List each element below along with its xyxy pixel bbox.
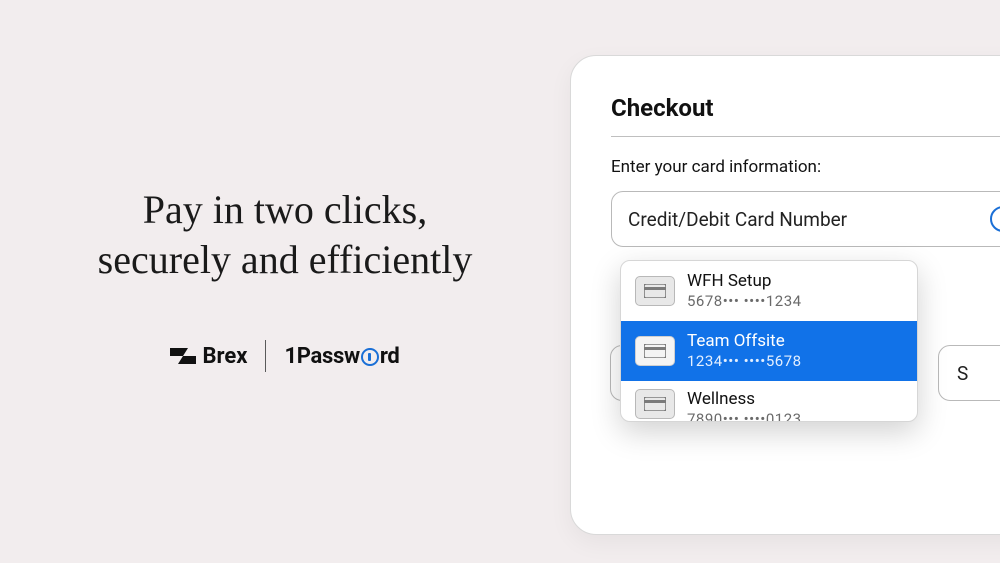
onepassword-prefix: 1Passw — [284, 344, 359, 369]
autofill-option-number: 1234••• ••••5678 — [687, 352, 802, 371]
secondary-input-right[interactable]: S — [938, 345, 1000, 401]
headline-line-1: Pay in two clicks, — [143, 187, 427, 232]
checkout-title: Checkout — [611, 94, 1000, 137]
autofill-option-number: 5678••• ••••1234 — [687, 292, 802, 311]
brex-mark-icon — [170, 346, 196, 366]
logo-divider — [265, 340, 266, 372]
brex-text: Brex — [202, 344, 247, 369]
brex-logo: Brex — [170, 344, 247, 369]
autofill-option[interactable]: WFH Setup 5678••• ••••1234 — [621, 261, 917, 321]
marketing-panel: Pay in two clicks, securely and efficien… — [35, 185, 535, 372]
autofill-option-name: Team Offsite — [687, 331, 802, 352]
secondary-input-right-text: S — [957, 362, 968, 385]
autofill-option[interactable]: Team Offsite 1234••• ••••5678 — [621, 321, 917, 381]
card-number-placeholder: Credit/Debit Card Number — [628, 208, 976, 231]
autofill-option-number: 7890••• ••••0123 — [687, 410, 802, 422]
card-icon — [635, 336, 675, 366]
autofill-option[interactable]: Wellness 7890••• ••••0123 — [621, 381, 917, 421]
card-icon — [635, 276, 675, 306]
onepassword-logo: 1Passw rd — [284, 344, 399, 369]
logo-row: Brex 1Passw rd — [35, 340, 535, 372]
card-field-label: Enter your card information: — [611, 157, 1000, 177]
onepassword-o-icon — [361, 348, 379, 366]
onepassword-fill-icon[interactable] — [990, 206, 1000, 232]
onepassword-autofill-dropdown: WFH Setup 5678••• ••••1234 Team Offsite … — [620, 260, 918, 422]
card-number-input[interactable]: Credit/Debit Card Number — [611, 191, 1000, 247]
autofill-option-name: WFH Setup — [687, 271, 802, 292]
autofill-option-name: Wellness — [687, 389, 802, 410]
headline-line-2: securely and efficiently — [98, 237, 473, 282]
onepassword-suffix: rd — [380, 344, 400, 369]
card-icon — [635, 389, 675, 419]
headline: Pay in two clicks, securely and efficien… — [35, 185, 535, 285]
